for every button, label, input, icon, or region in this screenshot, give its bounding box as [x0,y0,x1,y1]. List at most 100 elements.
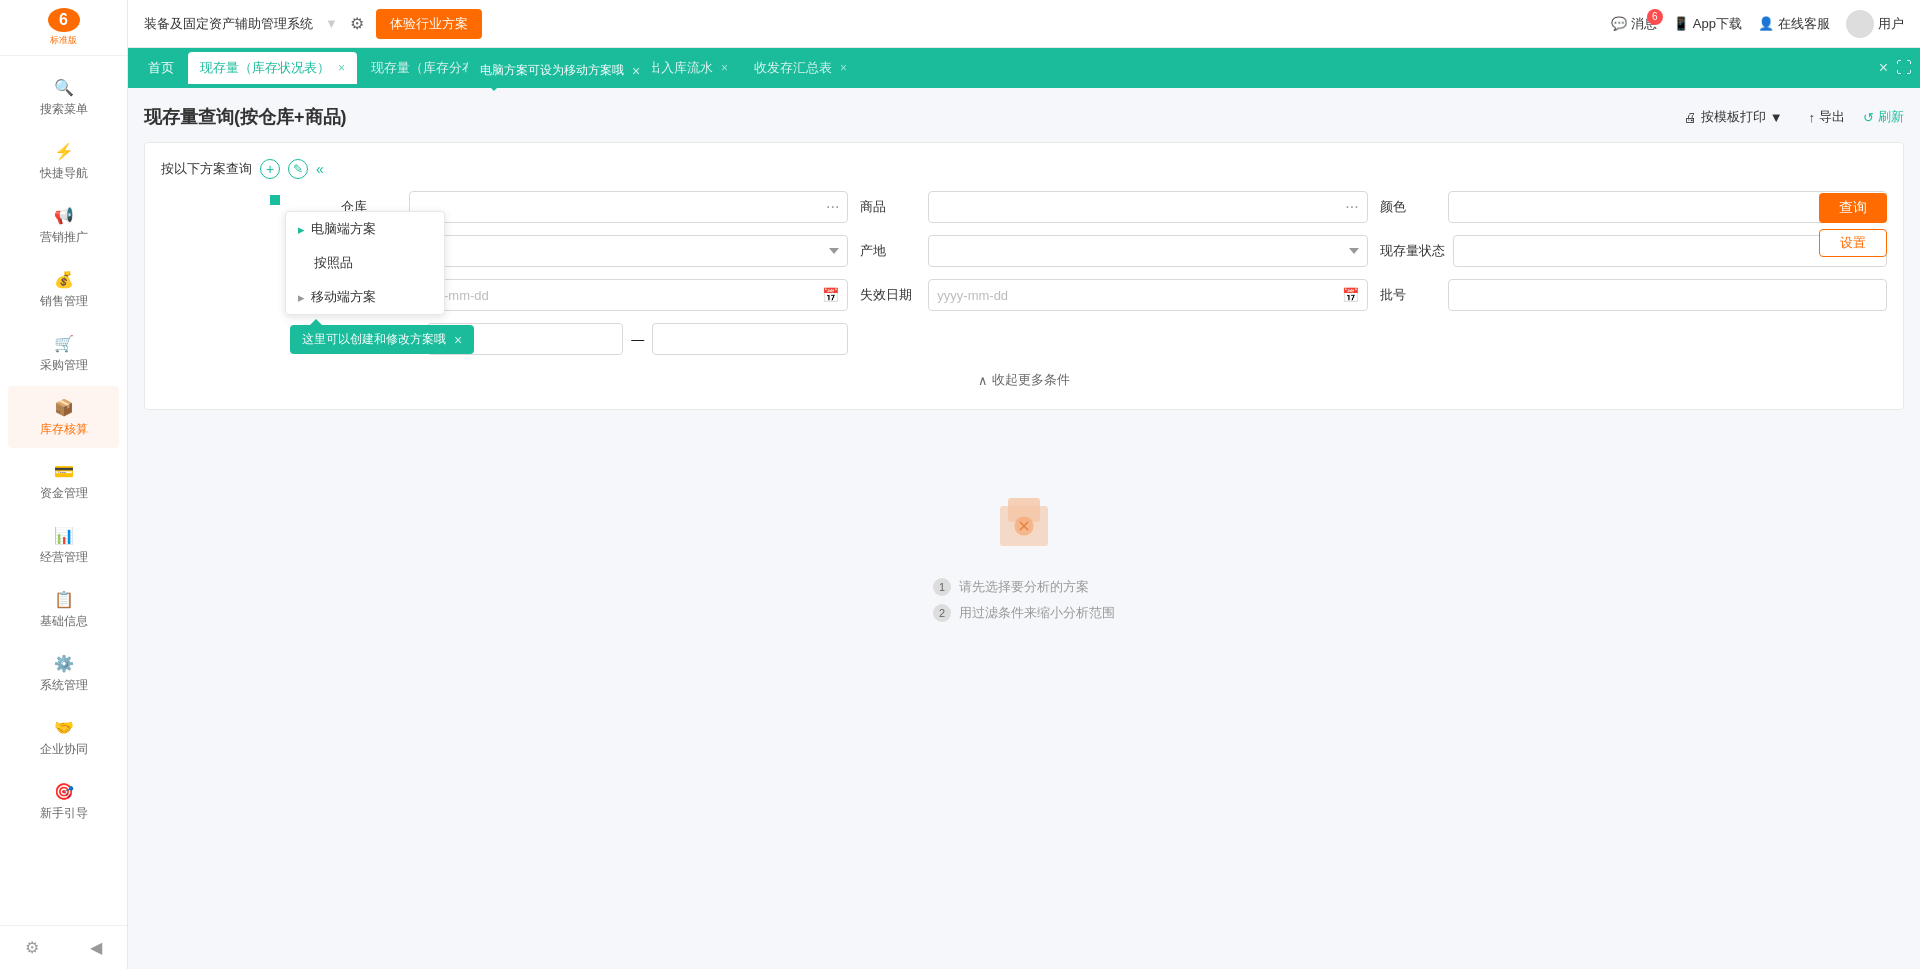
support-icon: 👤 [1758,16,1774,31]
sidebar-item-7[interactable]: 📊 经营管理 [8,514,119,576]
user-btn[interactable]: 用户 [1846,10,1904,38]
nav-label-0: 搜索菜单 [40,101,88,118]
filter-expire-date-icon[interactable]: 📅 [1342,287,1359,303]
collapse-sidebar-icon[interactable]: ◀ [90,938,102,957]
empty-hints: 1 请先选择要分析的方案 2 用过滤条件来缩小分析范围 [933,578,1115,622]
filter-qty-max[interactable] [652,323,848,355]
filter-batch-input[interactable] [1448,279,1887,311]
scheme-tab-popup: 电脑方案可设为移动方案哦 × [468,56,652,85]
filter-goods-label: 商品 [860,198,920,216]
filter-origin: 产地 [860,235,1367,267]
sidebar: 6 标准版 🔍 搜索菜单 ⚡ 快捷导航 📢 营销推广 💰 销售管理 🛒 采购管理… [0,0,128,969]
online-support-btn[interactable]: 👤 在线客服 [1758,15,1830,33]
sidebar-item-6[interactable]: 💳 资金管理 [8,450,119,512]
messages-btn[interactable]: 💬 消息 6 [1611,15,1657,33]
nav-icon-10: 🤝 [53,716,75,738]
filter-origin-select[interactable] [928,235,1367,267]
filter-add-btn[interactable]: + [260,159,280,179]
settings-bottom-icon[interactable]: ⚙ [25,938,39,957]
filter-prod-date-input[interactable]: yyyy-mm-dd 📅 [409,279,848,311]
tab-inventory-status-label: 现存量（库存状况表） [200,59,330,77]
filter-row-4: 现存量（主） — [341,323,1887,355]
tab-maximize-icon[interactable]: ⛶ [1896,59,1912,77]
tab-inout-flow-label: 出入库流水 [648,59,713,77]
tab-home[interactable]: 首页 [136,52,186,84]
scheme-create-tooltip-close[interactable]: × [454,332,462,348]
filter-title: 按以下方案查询 [161,160,252,178]
tab-bar-right: × ⛶ [1879,59,1912,77]
header-left: 装备及固定资产辅助管理系统 ▼ ⚙ 体验行业方案 [144,9,482,39]
setting-btn[interactable]: 设置 [1819,229,1887,257]
print-dropdown-icon: ▼ [1770,110,1783,125]
filter-expire-date-input[interactable]: yyyy-mm-dd 📅 [928,279,1367,311]
print-icon: 🖨 [1684,110,1697,125]
page-actions: 🖨 按模板打印 ▼ ↑ 导出 ↺ 刷新 [1676,104,1904,130]
scheme-dropdown: ▸ 电脑端方案 按照品 ▸ 移动端方案 [285,211,445,315]
sidebar-item-3[interactable]: 💰 销售管理 [8,258,119,320]
filter-origin-label: 产地 [860,242,920,260]
scheme-item-desktop-label: 电脑端方案 [311,220,376,238]
sidebar-item-4[interactable]: 🛒 采购管理 [8,322,119,384]
empty-state: 1 请先选择要分析的方案 2 用过滤条件来缩小分析范围 [144,422,1904,682]
filter-prod-date-icon[interactable]: 📅 [822,287,839,303]
filter-batch-label: 批号 [1380,286,1440,304]
scheme-item-mobile-arrow: ▸ [298,290,305,305]
nav-label-11: 新手引导 [40,805,88,822]
trial-button[interactable]: 体验行业方案 [376,9,482,39]
tab-summary-close[interactable]: × [840,61,847,75]
nav-icon-9: ⚙️ [53,652,75,674]
filter-color: 颜色 [1380,191,1887,223]
refresh-btn[interactable]: ↺ 刷新 [1863,108,1904,126]
collapse-btn[interactable]: ∧ 收起更多条件 [966,367,1082,393]
app-download-label: App下载 [1693,15,1742,33]
filter-arrow-left[interactable]: « [316,161,324,177]
tab-close-all-icon[interactable]: × [1879,59,1888,77]
filter-edit-btn[interactable]: ✎ [288,159,308,179]
scheme-item-mobile[interactable]: ▸ 移动端方案 [286,280,444,314]
filter-size-select[interactable] [409,235,848,267]
tab-summary-label: 收发存汇总表 [754,59,832,77]
refresh-label: 刷新 [1878,108,1904,126]
sidebar-item-5[interactable]: 📦 库存核算 [8,386,119,448]
empty-illustration [984,482,1064,562]
scheme-tab-popup-close[interactable]: × [632,63,640,79]
sidebar-nav: 🔍 搜索菜单 ⚡ 快捷导航 📢 营销推广 💰 销售管理 🛒 采购管理 📦 库存核… [0,56,127,925]
nav-label-6: 资金管理 [40,485,88,502]
sidebar-item-9[interactable]: ⚙️ 系统管理 [8,642,119,704]
filter-warehouse-input[interactable]: ··· [409,191,848,223]
scheme-item-desktop[interactable]: ▸ 电脑端方案 [286,212,444,246]
export-btn[interactable]: ↑ 导出 [1801,104,1854,130]
settings-icon[interactable]: ⚙ [350,14,364,33]
tab-inventory-status-close[interactable]: × [338,61,345,75]
sidebar-item-11[interactable]: 🎯 新手引导 [8,770,119,832]
filter-goods-dots[interactable]: ··· [1345,198,1358,216]
sidebar-item-0[interactable]: 🔍 搜索菜单 [8,66,119,128]
sidebar-item-1[interactable]: ⚡ 快捷导航 [8,130,119,192]
app-logo: 6 标准版 [0,0,127,56]
nav-label-7: 经营管理 [40,549,88,566]
empty-hint-2: 2 用过滤条件来缩小分析范围 [933,604,1115,622]
filter-warehouse-dots[interactable]: ··· [826,198,839,216]
scheme-tab-popup-text: 电脑方案可设为移动方案哦 [480,62,624,79]
scheme-item-by-product[interactable]: 按照品 [286,246,444,280]
query-btn[interactable]: 查询 [1819,193,1887,223]
tab-summary[interactable]: 收发存汇总表 × [742,52,859,84]
sidebar-item-2[interactable]: 📢 营销推广 [8,194,119,256]
nav-label-5: 库存核算 [40,421,88,438]
scheme-item-mobile-label: 移动端方案 [311,288,376,306]
nav-label-9: 系统管理 [40,677,88,694]
sidebar-item-8[interactable]: 📋 基础信息 [8,578,119,640]
right-btn-group: 查询 设置 [1819,193,1887,257]
tab-inventory-status[interactable]: 现存量（库存状况表） × [188,52,357,84]
sidebar-item-10[interactable]: 🤝 企业协同 [8,706,119,768]
main-area: 装备及固定资产辅助管理系统 ▼ ⚙ 体验行业方案 💬 消息 6 📱 App下载 … [128,0,1920,969]
empty-hint-1: 1 请先选择要分析的方案 [933,578,1115,596]
print-btn[interactable]: 🖨 按模板打印 ▼ [1676,104,1791,130]
phone-icon: 📱 [1673,16,1689,31]
filter-goods-input[interactable]: ··· [928,191,1367,223]
filter-fields: 仓库 ··· 商品 ··· 颜色 [341,191,1887,355]
tab-inout-flow-close[interactable]: × [721,61,728,75]
app-download-btn[interactable]: 📱 App下载 [1673,15,1742,33]
nav-label-10: 企业协同 [40,741,88,758]
content-area: 现存量查询(按仓库+商品) 🖨 按模板打印 ▼ ↑ 导出 ↺ 刷新 [128,88,1920,969]
